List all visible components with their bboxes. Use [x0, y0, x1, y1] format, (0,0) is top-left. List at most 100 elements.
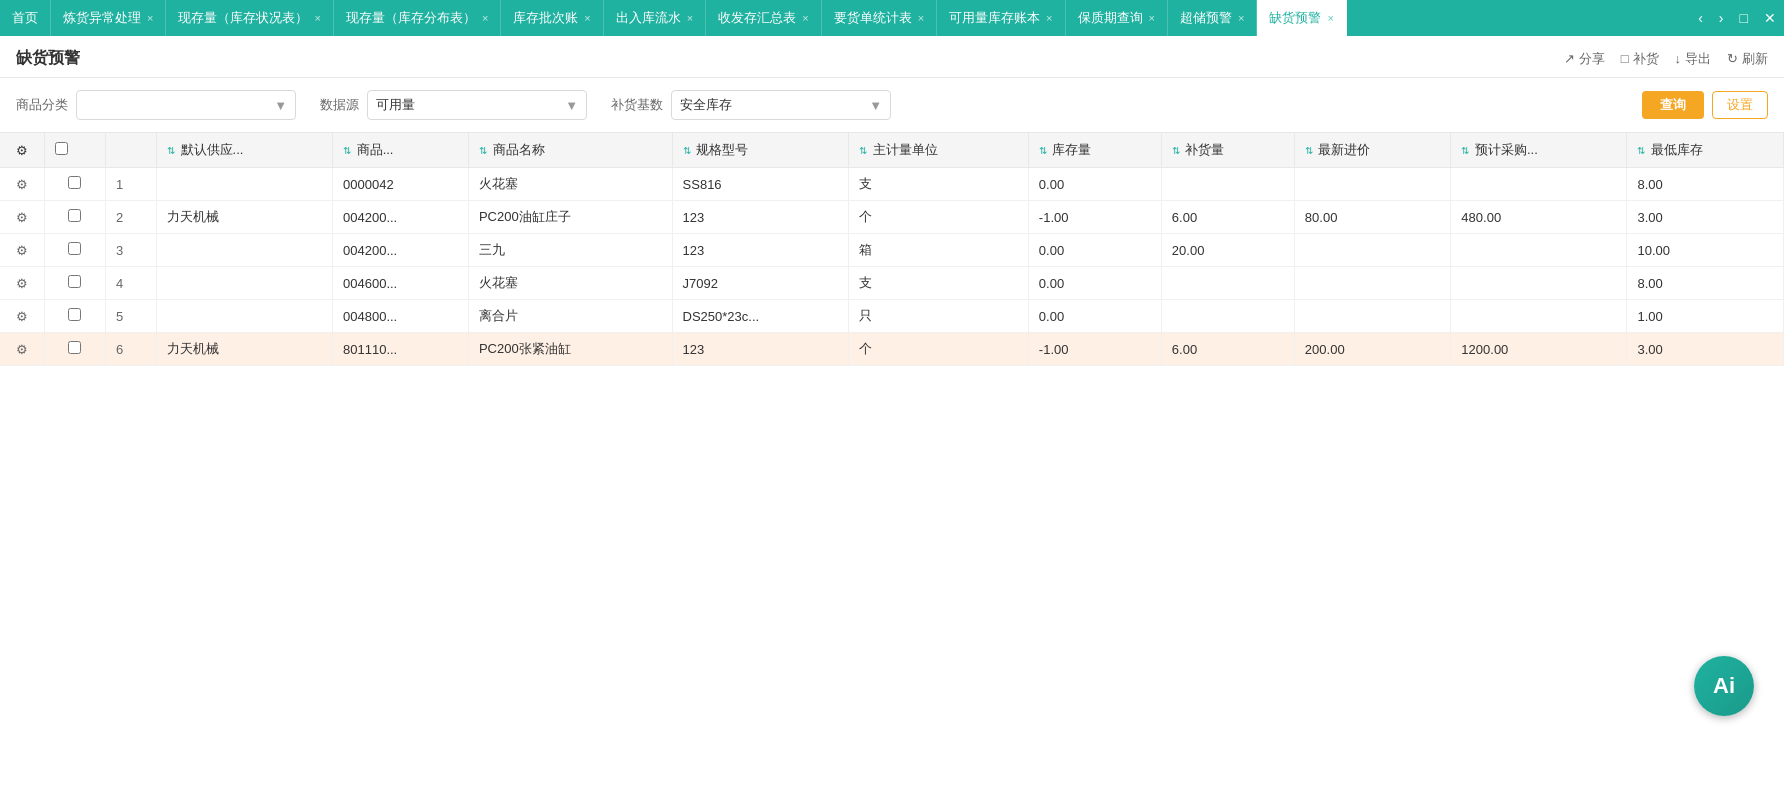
tab-inout-close[interactable]: × [687, 12, 693, 24]
row-goods-name: 三九 [468, 234, 672, 267]
select-all-checkbox[interactable] [55, 142, 68, 155]
col-replenish-label: 补货量 [1185, 142, 1224, 157]
row-gear-cell[interactable]: ⚙ [0, 201, 44, 234]
row-gear-cell[interactable]: ⚙ [0, 300, 44, 333]
datasource-select[interactable]: 可用量 ▼ [367, 90, 587, 120]
row-gear-cell[interactable]: ⚙ [0, 267, 44, 300]
tab-shortage-close[interactable]: × [1327, 12, 1333, 24]
row-checkbox-cell[interactable] [44, 300, 105, 333]
row-index: 3 [105, 234, 156, 267]
col-unit-label: 主计量单位 [873, 142, 938, 157]
tab-batch-account[interactable]: 库存批次账 × [501, 0, 603, 36]
row-gear-icon: ⚙ [16, 210, 28, 225]
row-checkbox-cell[interactable] [44, 333, 105, 366]
col-gear[interactable]: ⚙ [0, 133, 44, 168]
row-unit: 箱 [848, 234, 1028, 267]
col-supplier[interactable]: ⇅ 默认供应... [156, 133, 332, 168]
category-arrow-icon: ▼ [274, 98, 287, 113]
tab-inv-status-close[interactable]: × [314, 12, 320, 24]
row-replenish-qty: 6.00 [1161, 201, 1294, 234]
tab-prev-btn[interactable]: ‹ [1690, 0, 1711, 36]
col-latest-price[interactable]: ⇅ 最新进价 [1294, 133, 1450, 168]
query-button[interactable]: 查询 [1642, 91, 1704, 119]
row-checkbox-cell[interactable] [44, 234, 105, 267]
replenish-icon: □ [1621, 51, 1629, 66]
tab-demand-close[interactable]: × [918, 12, 924, 24]
tab-batch-close[interactable]: × [584, 12, 590, 24]
tab-home[interactable]: 首页 [0, 0, 51, 36]
row-checkbox-cell[interactable] [44, 267, 105, 300]
col-goods-code[interactable]: ⇅ 商品... [333, 133, 469, 168]
row-checkbox[interactable] [68, 176, 81, 189]
col-goods-name[interactable]: ⇅ 商品名称 [468, 133, 672, 168]
tab-overstock[interactable]: 超储预警 × [1168, 0, 1257, 36]
col-spec[interactable]: ⇅ 规格型号 [672, 133, 848, 168]
row-checkbox[interactable] [68, 275, 81, 288]
row-stock-qty: -1.00 [1028, 333, 1161, 366]
replenish-base-select[interactable]: 安全库存 ▼ [671, 90, 891, 120]
tab-inout-flow[interactable]: 出入库流水 × [604, 0, 706, 36]
row-gear-cell[interactable]: ⚙ [0, 234, 44, 267]
tab-next-btn[interactable]: › [1711, 0, 1732, 36]
datasource-label: 数据源 [320, 96, 359, 114]
tab-demand-label: 要货单统计表 [834, 9, 912, 27]
share-button[interactable]: ↗ 分享 [1564, 50, 1605, 68]
col-unit[interactable]: ⇅ 主计量单位 [848, 133, 1028, 168]
tab-defect-handling[interactable]: 炼货异常处理 × [51, 0, 166, 36]
row-gear-icon: ⚙ [16, 309, 28, 324]
row-checkbox-cell[interactable] [44, 168, 105, 201]
tab-close-btn[interactable]: ✕ [1756, 0, 1784, 36]
row-unit: 只 [848, 300, 1028, 333]
col-min-stock[interactable]: ⇅ 最低库存 [1627, 133, 1784, 168]
row-spec: 123 [672, 201, 848, 234]
col-goods-code-label: 商品... [357, 142, 394, 157]
tab-expiry-query[interactable]: 保质期查询 × [1066, 0, 1168, 36]
row-min-stock: 8.00 [1627, 168, 1784, 201]
row-index: 5 [105, 300, 156, 333]
tab-avail-close[interactable]: × [1046, 12, 1052, 24]
row-goods-code: 004200... [333, 234, 469, 267]
tab-expiry-close[interactable]: × [1149, 12, 1155, 24]
row-est-purchase [1451, 300, 1627, 333]
row-gear-cell[interactable]: ⚙ [0, 168, 44, 201]
tab-shortage[interactable]: 缺货预警 × [1257, 0, 1346, 36]
settings-button[interactable]: 设置 [1712, 91, 1768, 119]
tab-defect-close[interactable]: × [147, 12, 153, 24]
row-est-purchase: 1200.00 [1451, 333, 1627, 366]
row-checkbox[interactable] [68, 242, 81, 255]
col-est-purchase[interactable]: ⇅ 预计采购... [1451, 133, 1627, 168]
row-gear-cell[interactable]: ⚙ [0, 333, 44, 366]
row-checkbox-cell[interactable] [44, 201, 105, 234]
col-stock[interactable]: ⇅ 库存量 [1028, 133, 1161, 168]
tab-overstock-close[interactable]: × [1238, 12, 1244, 24]
row-replenish-qty [1161, 267, 1294, 300]
goods-name-sort-icon: ⇅ [479, 145, 487, 156]
row-checkbox[interactable] [68, 308, 81, 321]
tab-restore-btn[interactable]: □ [1732, 0, 1756, 36]
tab-batch-label: 库存批次账 [513, 9, 578, 27]
tab-inventory-status[interactable]: 现存量（库存状况表） × [166, 0, 333, 36]
row-unit: 个 [848, 333, 1028, 366]
row-spec: SS816 [672, 168, 848, 201]
row-checkbox[interactable] [68, 209, 81, 222]
table-header-row: ⚙ ⇅ 默认供应... ⇅ 商品... ⇅ [0, 133, 1784, 168]
category-select[interactable]: ▼ [76, 90, 296, 120]
export-button[interactable]: ↓ 导出 [1675, 50, 1712, 68]
tab-available-ledger[interactable]: 可用量库存账本 × [937, 0, 1065, 36]
row-goods-code: 004600... [333, 267, 469, 300]
col-replenish[interactable]: ⇅ 补货量 [1161, 133, 1294, 168]
tab-receipt-close[interactable]: × [802, 12, 808, 24]
tab-receipt-summary[interactable]: 收发存汇总表 × [706, 0, 821, 36]
replenish-button[interactable]: □ 补货 [1621, 50, 1659, 68]
ai-bubble[interactable]: Ai [1694, 656, 1754, 716]
row-checkbox[interactable] [68, 341, 81, 354]
row-goods-name: 火花塞 [468, 267, 672, 300]
refresh-button[interactable]: ↻ 刷新 [1727, 50, 1768, 68]
tab-inv-dist-close[interactable]: × [482, 12, 488, 24]
refresh-icon: ↻ [1727, 51, 1738, 66]
tab-inventory-dist[interactable]: 现存量（库存分布表） × [334, 0, 501, 36]
col-checkbox[interactable] [44, 133, 105, 168]
row-index: 6 [105, 333, 156, 366]
tab-demand-stats[interactable]: 要货单统计表 × [822, 0, 937, 36]
row-est-purchase: 480.00 [1451, 201, 1627, 234]
